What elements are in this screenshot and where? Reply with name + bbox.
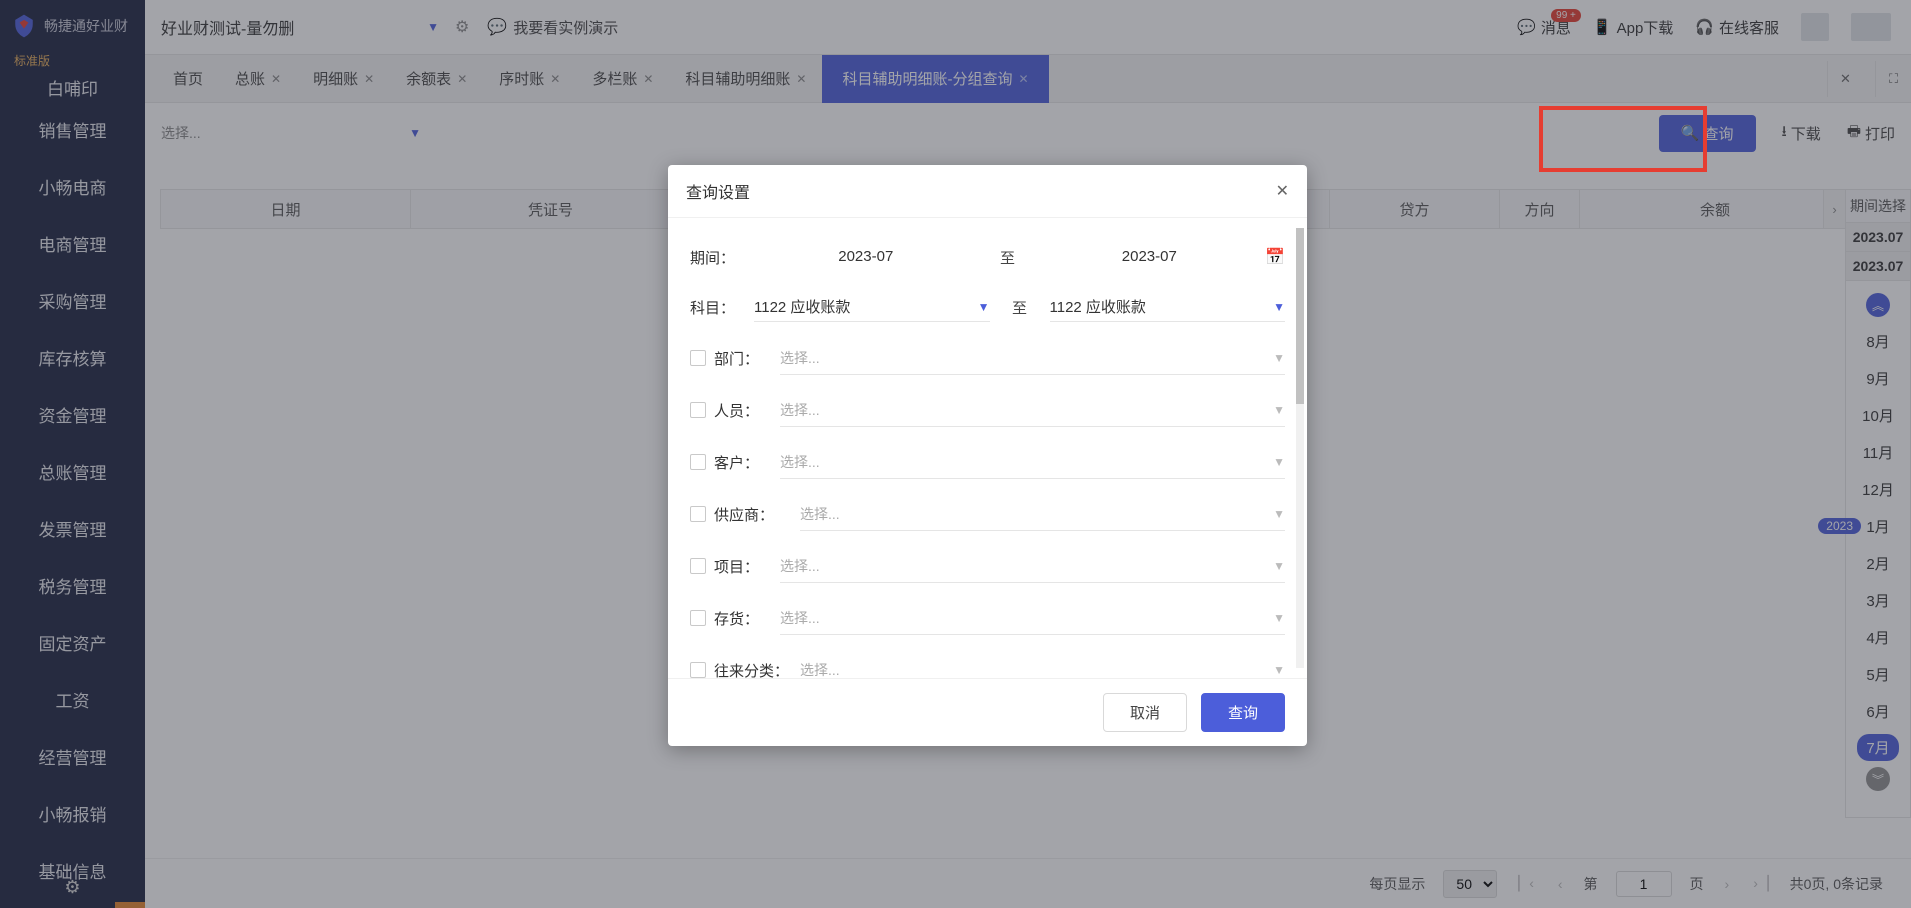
chevron-down-icon: ▼ (1273, 559, 1285, 573)
filter-label: 客户： (714, 452, 780, 473)
person-select[interactable]: 选择... ▼ (780, 394, 1285, 427)
placeholder: 选择... (780, 400, 820, 420)
filter-dept: 部门： 选择... ▼ (690, 332, 1285, 384)
chevron-down-icon: ▼ (978, 300, 990, 314)
filter-person: 人员： 选择... ▼ (690, 384, 1285, 436)
chevron-down-icon: ▼ (1273, 663, 1285, 677)
filter-label: 部门： (714, 348, 780, 369)
customer-select[interactable]: 选择... ▼ (780, 446, 1285, 479)
modal-footer: 取消 查询 (668, 678, 1307, 746)
filter-category: 往来分类： 选择... ▼ (690, 644, 1285, 678)
filter-label: 供应商： (714, 504, 800, 525)
placeholder: 选择... (780, 452, 820, 472)
subject-to-value: 1122 应收账款 (1050, 296, 1146, 317)
filter-project: 项目： 选择... ▼ (690, 540, 1285, 592)
chevron-down-icon: ▼ (1273, 507, 1285, 521)
filter-label: 项目： (714, 556, 780, 577)
checkbox-dept[interactable] (690, 350, 706, 366)
subject-from-value: 1122 应收账款 (754, 296, 850, 317)
placeholder: 选择... (780, 608, 820, 628)
placeholder: 选择... (800, 504, 840, 524)
chevron-down-icon: ▼ (1273, 300, 1285, 314)
ok-button[interactable]: 查询 (1201, 693, 1285, 732)
dept-select[interactable]: 选择... ▼ (780, 342, 1285, 375)
placeholder: 选择... (780, 556, 820, 576)
subject-from-select[interactable]: 1122 应收账款 ▼ (754, 292, 990, 322)
chevron-down-icon: ▼ (1273, 403, 1285, 417)
modal-title: 查询设置 (686, 179, 750, 203)
modal-header: 查询设置 ✕ (668, 165, 1307, 218)
filter-customer: 客户： 选择... ▼ (690, 436, 1285, 488)
placeholder: 选择... (800, 660, 840, 679)
checkbox-customer[interactable] (690, 454, 706, 470)
chevron-down-icon: ▼ (1273, 611, 1285, 625)
checkbox-person[interactable] (690, 402, 706, 418)
modal-scrollbar[interactable] (1296, 228, 1304, 668)
query-settings-modal: 查询设置 ✕ 期间： 2023-07 至 2023-07 📅 科目： 1122 … (668, 165, 1307, 746)
period-row: 期间： 2023-07 至 2023-07 📅 (690, 232, 1285, 282)
filter-label: 往来分类： (714, 660, 800, 679)
chevron-down-icon: ▼ (1273, 351, 1285, 365)
filter-label: 存货： (714, 608, 780, 629)
placeholder: 选择... (780, 348, 820, 368)
project-select[interactable]: 选择... ▼ (780, 550, 1285, 583)
calendar-icon[interactable]: 📅 (1265, 247, 1285, 267)
period-from-input[interactable]: 2023-07 (754, 244, 978, 270)
inventory-select[interactable]: 选择... ▼ (780, 602, 1285, 635)
subject-to-select[interactable]: 1122 应收账款 ▼ (1050, 292, 1286, 322)
scrollbar-thumb[interactable] (1296, 228, 1304, 404)
period-sep: 至 (978, 247, 1038, 268)
period-label: 期间： (690, 247, 754, 268)
checkbox-supplier[interactable] (690, 506, 706, 522)
supplier-select[interactable]: 选择... ▼ (800, 498, 1285, 531)
checkbox-inventory[interactable] (690, 610, 706, 626)
chevron-down-icon: ▼ (1273, 455, 1285, 469)
filter-label: 人员： (714, 400, 780, 421)
cancel-button[interactable]: 取消 (1103, 693, 1187, 732)
filter-supplier: 供应商： 选择... ▼ (690, 488, 1285, 540)
category-select[interactable]: 选择... ▼ (800, 654, 1285, 679)
checkbox-category[interactable] (690, 662, 706, 678)
period-to-input[interactable]: 2023-07 (1038, 244, 1262, 270)
subject-sep: 至 (990, 297, 1050, 318)
filter-inventory: 存货： 选择... ▼ (690, 592, 1285, 644)
subject-row: 科目： 1122 应收账款 ▼ 至 1122 应收账款 ▼ (690, 282, 1285, 332)
modal-close-icon[interactable]: ✕ (1276, 181, 1289, 201)
checkbox-project[interactable] (690, 558, 706, 574)
modal-body: 期间： 2023-07 至 2023-07 📅 科目： 1122 应收账款 ▼ … (668, 218, 1307, 678)
subject-label: 科目： (690, 297, 754, 318)
